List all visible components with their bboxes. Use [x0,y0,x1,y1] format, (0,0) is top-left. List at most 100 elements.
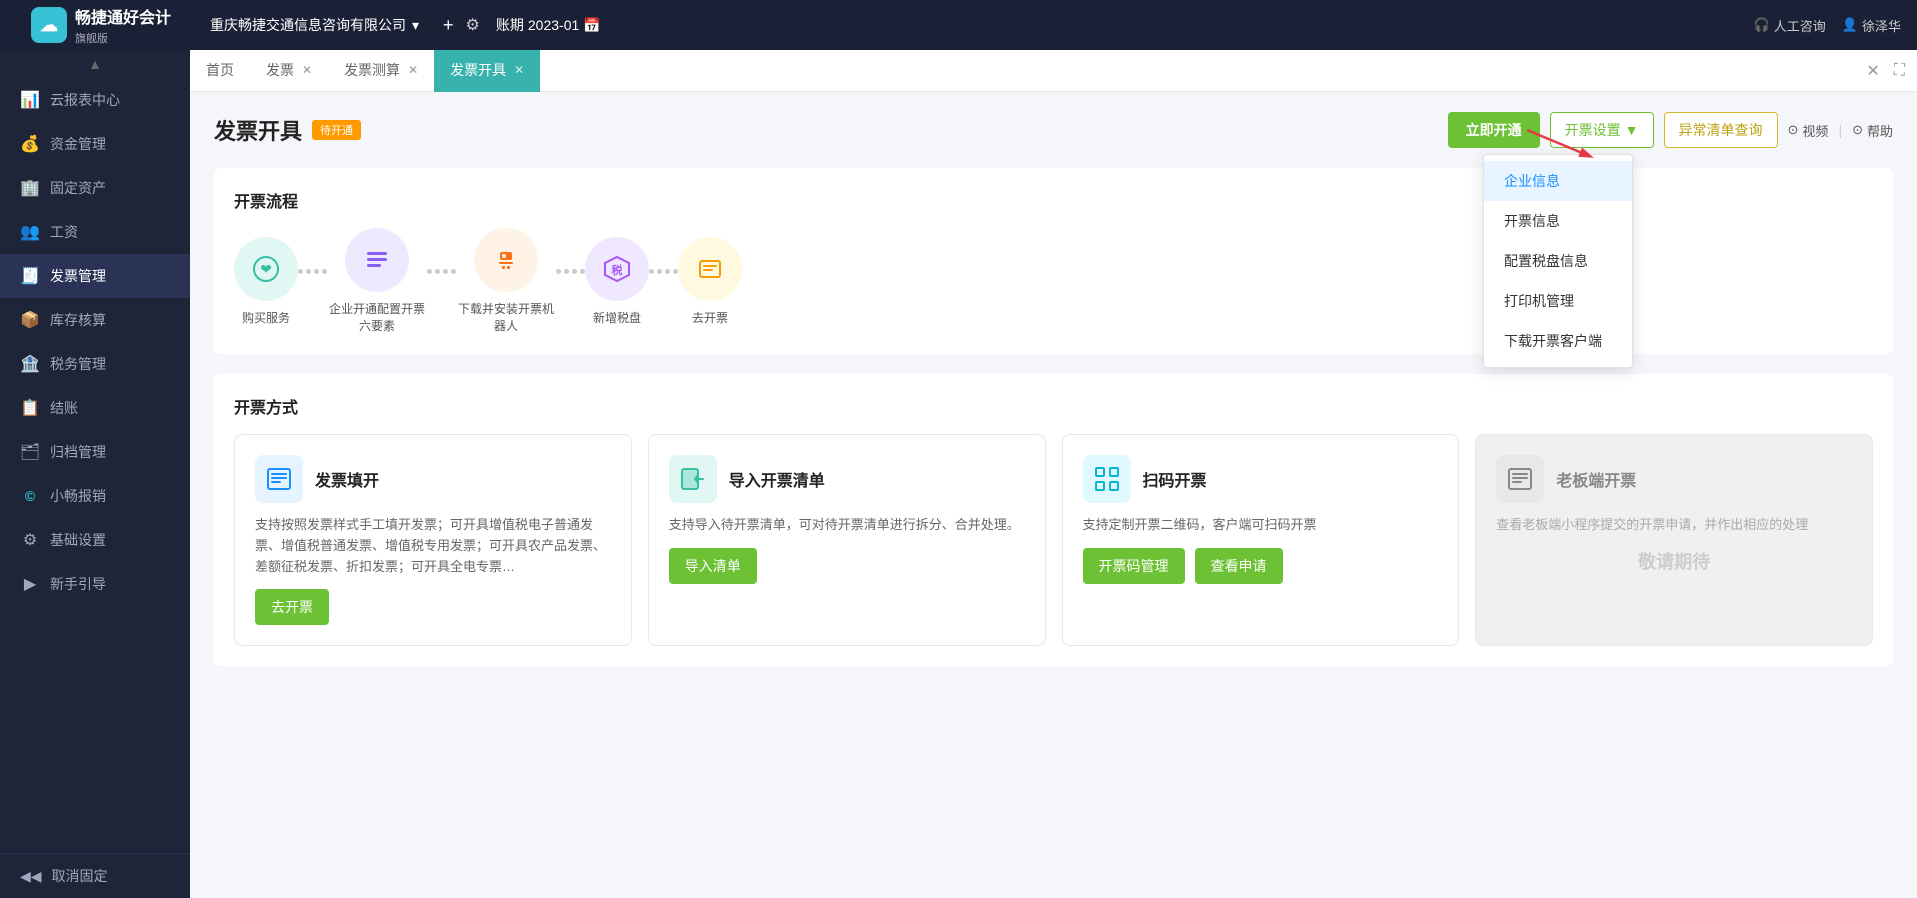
calendar-icon[interactable]: 📅 [583,17,600,34]
flow-step-3: 下载并安装开票机器人 [456,228,556,334]
methods-title: 开票方式 [234,394,1873,418]
step-icon-3 [474,228,538,292]
chart-icon: 📊 [20,90,40,110]
tab-label: 首页 [206,60,234,80]
user-menu[interactable]: 👤 徐泽华 [1842,16,1901,35]
sidebar-label: 税务管理 [50,354,106,374]
import-icon [669,455,717,503]
view-apply-button[interactable]: 查看申请 [1195,548,1283,584]
flow-step-5: 去开票 [678,237,742,326]
tab-invoice[interactable]: 发票 ✕ [250,50,328,92]
report-icon: © [20,486,40,506]
sidebar-item-tax[interactable]: 🏦 税务管理 [0,342,190,386]
scroll-up-button[interactable]: ▲ [0,50,190,78]
company-selector[interactable]: 重庆畅捷交通信息咨询有限公司 ▾ [202,11,427,39]
sidebar-item-payroll[interactable]: 👥 工资 [0,210,190,254]
step-icon-2 [345,228,409,292]
maximize-button[interactable]: ⛶ [1890,58,1909,84]
help-button[interactable]: ⊙ 帮助 [1852,121,1893,140]
sidebar: ▲ 📊 云报表中心 💰 资金管理 🏢 固定资产 👥 工资 🧾 发票管理 [0,50,190,898]
sidebar-label: 归档管理 [50,442,106,462]
sidebar-item-cloud-report[interactable]: 📊 云报表中心 [0,78,190,122]
tab-home[interactable]: 首页 [190,50,250,92]
sidebar-label: 小畅报销 [50,486,106,506]
sidebar-item-inventory[interactable]: 📦 库存核算 [0,298,190,342]
manual-desc: 支持按照发票样式手工填开发票；可开具增值税电子普通发票、增值税普通发票、增值税专… [255,515,611,577]
step-label-4: 新增税盘 [593,309,641,326]
sidebar-item-settings[interactable]: ⚙ 基础设置 [0,518,190,562]
unpin-button[interactable]: ◀◀ 取消固定 [0,854,190,898]
method-card-import: 导入开票清单 支持导入待开票清单，可对待开票清单进行拆分、合并处理。 导入清单 [648,434,1046,646]
boss-name: 老板端开票 [1556,467,1636,491]
sidebar-item-fixed-assets[interactable]: 🏢 固定资产 [0,166,190,210]
headset-icon: 🎧 [1754,17,1770,33]
sidebar-item-accounting[interactable]: 📋 结账 [0,386,190,430]
dropdown-item-printer[interactable]: 打印机管理 [1484,281,1632,321]
page-content: 发票开具 待开通 立即开通 开票设置 ▼ 异常清单查询 ⊙ 视频 | [190,92,1917,898]
sidebar-item-capital[interactable]: 💰 资金管理 [0,122,190,166]
company-name: 重庆畅捷交通信息咨询有限公司 [210,15,406,35]
tab-invoice-calc[interactable]: 发票测算 ✕ [328,50,434,92]
gear-icon: ⚙ [20,530,40,550]
top-right: 🎧 人工咨询 👤 徐泽华 [1754,16,1901,35]
manual-goto-button[interactable]: 去开票 [255,589,329,625]
user-name: 徐泽华 [1862,16,1901,35]
dropdown-item-tax-config[interactable]: 配置税盘信息 [1484,241,1632,281]
people-icon: 👥 [20,222,40,242]
help-label: 帮助 [1867,121,1893,140]
step-label-2: 企业开通配置开票六要素 [327,300,427,334]
video-button[interactable]: ⊙ 视频 [1788,121,1829,140]
chevron-down-icon: ▾ [412,17,419,34]
logo-sub: 旗舰版 [75,30,171,46]
question-icon: ⊙ [1852,122,1863,138]
header-actions: 立即开通 开票设置 ▼ 异常清单查询 ⊙ 视频 | ⊙ [1448,112,1893,148]
period-display: 账期 2023-01 📅 [496,15,601,35]
tab-close-icon[interactable]: ✕ [302,63,312,77]
sidebar-label: 新手引导 [50,574,106,594]
sidebar-item-guide[interactable]: ▶ 新手引导 [0,562,190,606]
add-button[interactable]: + [443,15,454,36]
qr-manage-button[interactable]: 开票码管理 [1083,548,1185,584]
sidebar-item-invoice[interactable]: 🧾 发票管理 [0,254,190,298]
settings-icon[interactable]: ⚙ [466,15,480,35]
tab-close-icon[interactable]: ✕ [514,63,524,77]
flow-dots-3 [556,269,585,274]
dropdown-item-invoice-info[interactable]: 开票信息 [1484,201,1632,241]
play-circle-icon: ⊙ [1788,122,1799,138]
sidebar-item-archive[interactable]: 🗂 归档管理 [0,430,190,474]
svg-text:税: 税 [612,263,623,277]
flow-step-1: ❤ 购买服务 [234,237,298,326]
page-title: 发票开具 [214,114,302,146]
unpin-label: 取消固定 [52,866,108,886]
tab-label: 发票测算 [344,60,400,80]
import-list-button[interactable]: 导入清单 [669,548,757,584]
sidebar-item-report[interactable]: © 小畅报销 [0,474,190,518]
invoice-icon: 🧾 [20,266,40,286]
archive-icon: 🗂 [20,442,40,462]
money-icon: 💰 [20,134,40,154]
logo-text: 畅捷通好会计 [75,4,171,28]
settings-dropdown-menu: 企业信息 开票信息 配置税盘信息 打印机管理 下载开票客户端 [1483,154,1633,368]
method-card-scan: 扫码开票 支持定制开票二维码，客户端可扫码开票 开票码管理 查看申请 [1062,434,1460,646]
step-label-3: 下载并安装开票机器人 [456,300,556,334]
method-card-boss: 老板端开票 查看老板端小程序提交的开票申请，并作出相应的处理 敬请期待 [1475,434,1873,646]
step-icon-5 [678,237,742,301]
dropdown-item-company-info[interactable]: 企业信息 [1484,161,1632,201]
tab-invoice-issue[interactable]: 发票开具 ✕ [434,50,540,92]
abnormal-list-button[interactable]: 异常清单查询 [1664,112,1778,148]
close-all-button[interactable]: ✕ [1862,57,1883,85]
step-icon-4: 税 [585,237,649,301]
support-button[interactable]: 🎧 人工咨询 [1754,16,1826,35]
bank-icon: 🏦 [20,354,40,374]
tab-close-icon[interactable]: ✕ [408,63,418,77]
svg-text:❤: ❤ [260,261,272,277]
divider: | [1838,122,1842,138]
manual-icon [255,455,303,503]
flow-step-4: 税 新增税盘 [585,237,649,326]
step-label-1: 购买服务 [242,309,290,326]
import-desc: 支持导入待开票清单，可对待开票清单进行拆分、合并处理。 [669,515,1025,536]
period-label: 账期 [496,15,524,35]
logo-area: ☁ 畅捷通好会计 旗舰版 [16,4,186,46]
play-icon: ▶ [20,574,40,594]
dropdown-item-download-client[interactable]: 下载开票客户端 [1484,321,1632,361]
